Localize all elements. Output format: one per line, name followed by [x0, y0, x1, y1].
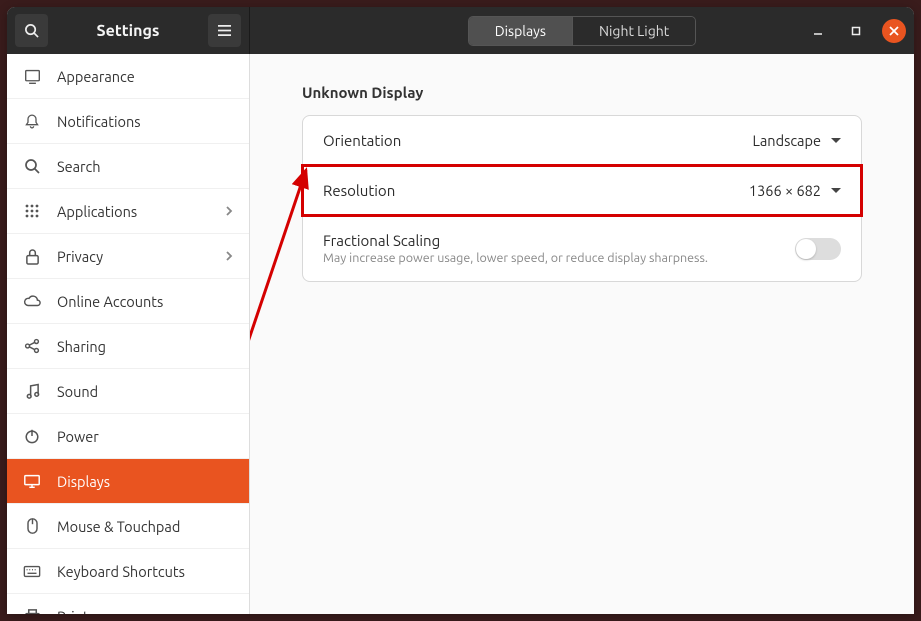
- titlebar-left: Settings: [7, 7, 250, 54]
- sidebar-item-search[interactable]: Search: [7, 144, 249, 189]
- tab-night-light[interactable]: Night Light: [573, 17, 695, 45]
- minimize-icon: [813, 26, 823, 36]
- cloud-icon: [23, 292, 41, 310]
- sidebar-item-applications[interactable]: Applications: [7, 189, 249, 234]
- orientation-value-text: Landscape: [752, 132, 821, 149]
- resolution-value: 1366 × 682: [749, 182, 841, 199]
- section-title: Unknown Display: [302, 84, 862, 101]
- titlebar-right: Displays Night Light: [250, 7, 914, 54]
- sidebar-item-privacy[interactable]: Privacy: [7, 234, 249, 279]
- sidebar-item-label: Appearance: [57, 68, 135, 85]
- sidebar-item-label: Keyboard Shortcuts: [57, 563, 185, 580]
- minimize-button[interactable]: [806, 19, 830, 43]
- search-icon: [23, 157, 41, 175]
- fractional-text: Fractional Scaling May increase power us…: [323, 232, 708, 265]
- fractional-scaling-row: Fractional Scaling May increase power us…: [303, 216, 861, 281]
- sidebar-item-label: Mouse & Touchpad: [57, 518, 180, 535]
- search-button[interactable]: [15, 14, 48, 47]
- sidebar-item-label: Online Accounts: [57, 293, 163, 310]
- sidebar-item-label: Notifications: [57, 113, 141, 130]
- display-icon: [23, 472, 41, 490]
- sidebar-item-sound[interactable]: Sound: [7, 369, 249, 414]
- power-icon: [23, 427, 41, 445]
- sidebar-item-printers[interactable]: Printers: [7, 594, 249, 614]
- printer-icon: [23, 607, 41, 614]
- titlebar: Settings Displays Night Light: [7, 7, 914, 54]
- sidebar-item-sharing[interactable]: Sharing: [7, 324, 249, 369]
- grid-icon: [23, 202, 41, 220]
- sidebar-item-label: Power: [57, 428, 99, 445]
- tab-displays[interactable]: Displays: [469, 17, 573, 45]
- close-button[interactable]: [882, 19, 906, 43]
- orientation-label: Orientation: [323, 132, 401, 149]
- chevron-right-icon: [225, 205, 233, 217]
- orientation-value: Landscape: [752, 132, 841, 149]
- keyboard-icon: [23, 562, 41, 580]
- chevron-down-icon: [831, 138, 841, 143]
- lock-icon: [23, 247, 41, 265]
- content-area: Unknown Display Orientation Landscape Re…: [250, 54, 914, 614]
- sidebar-item-keyboard-shortcuts[interactable]: Keyboard Shortcuts: [7, 549, 249, 594]
- music-icon: [23, 382, 41, 400]
- settings-window: Settings Displays Night Light: [7, 7, 914, 614]
- mouse-icon: [23, 517, 41, 535]
- close-icon: [889, 26, 899, 36]
- orientation-row[interactable]: Orientation Landscape: [303, 116, 861, 166]
- fractional-label: Fractional Scaling: [323, 232, 708, 249]
- sidebar-item-label: Displays: [57, 473, 110, 490]
- hamburger-icon: [217, 24, 232, 37]
- sidebar-item-power[interactable]: Power: [7, 414, 249, 459]
- display-panel: Orientation Landscape Resolution 1366 × …: [302, 115, 862, 282]
- sidebar-item-label: Privacy: [57, 248, 103, 265]
- maximize-icon: [851, 26, 861, 36]
- window-controls: [806, 7, 906, 54]
- sidebar-item-appearance[interactable]: Appearance: [7, 54, 249, 99]
- sidebar-item-label: Search: [57, 158, 101, 175]
- fractional-scaling-toggle[interactable]: [795, 238, 841, 260]
- sidebar-item-notifications[interactable]: Notifications: [7, 99, 249, 144]
- resolution-row[interactable]: Resolution 1366 × 682: [303, 166, 861, 216]
- search-icon: [24, 23, 39, 38]
- bell-icon: [23, 112, 41, 130]
- fractional-sublabel: May increase power usage, lower speed, o…: [323, 251, 708, 265]
- app-title: Settings: [56, 22, 200, 40]
- sidebar-item-label: Sound: [57, 383, 98, 400]
- sidebar-item-label: Printers: [57, 608, 108, 615]
- maximize-button[interactable]: [844, 19, 868, 43]
- chevron-down-icon: [831, 188, 841, 193]
- header-tabs: Displays Night Light: [468, 16, 697, 46]
- sidebar-item-label: Applications: [57, 203, 137, 220]
- resolution-value-text: 1366 × 682: [749, 182, 821, 199]
- menu-button[interactable]: [208, 14, 241, 47]
- sidebar-item-online-accounts[interactable]: Online Accounts: [7, 279, 249, 324]
- chevron-right-icon: [225, 250, 233, 262]
- resolution-label: Resolution: [323, 182, 395, 199]
- sidebar[interactable]: Appearance Notifications Search Application…: [7, 54, 250, 614]
- sidebar-item-displays[interactable]: Displays: [7, 459, 249, 504]
- window-body: Appearance Notifications Search Application…: [7, 54, 914, 614]
- share-icon: [23, 337, 41, 355]
- sidebar-item-label: Sharing: [57, 338, 106, 355]
- sidebar-item-mouse-touchpad[interactable]: Mouse & Touchpad: [7, 504, 249, 549]
- appearance-icon: [23, 67, 41, 85]
